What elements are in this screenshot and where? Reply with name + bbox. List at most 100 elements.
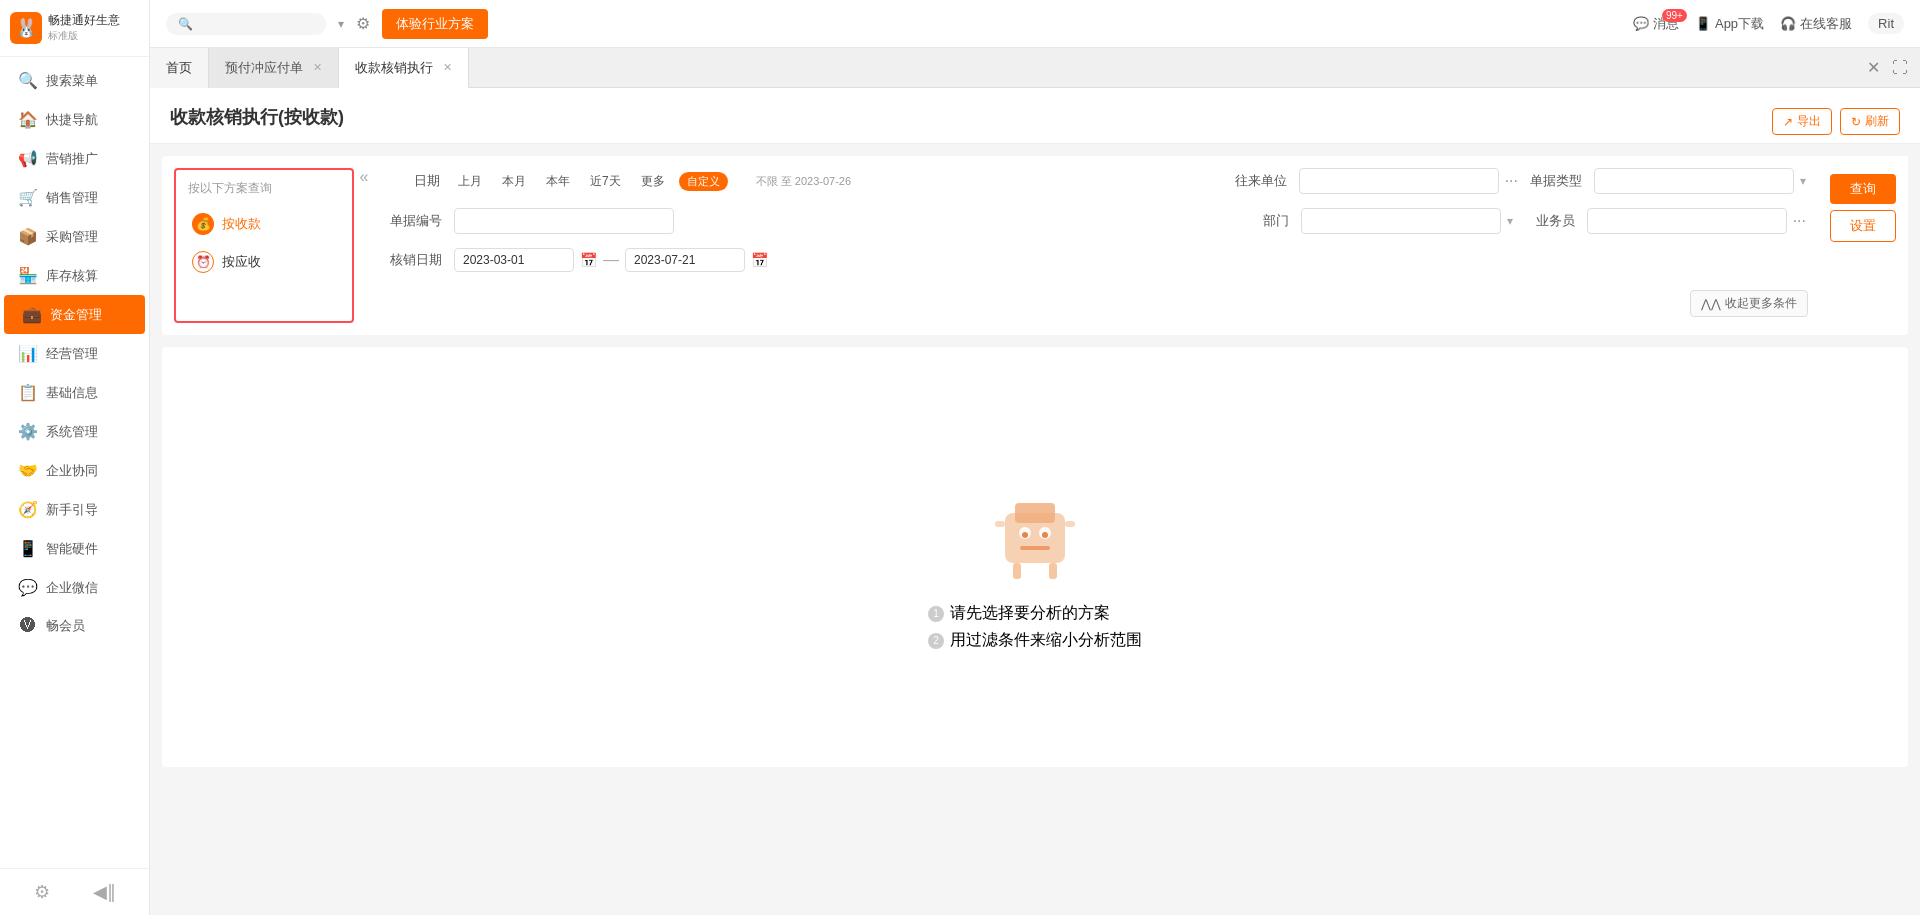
sidebar-item-finance-label: 资金管理 bbox=[50, 306, 102, 324]
wechat-icon: 💬 bbox=[18, 578, 38, 597]
sidebar-item-operations[interactable]: 📊 经营管理 bbox=[0, 334, 149, 373]
topbar-gear-icon[interactable]: ⚙ bbox=[356, 14, 370, 33]
form-row-3: 核销日期 📅 — 📅 bbox=[390, 248, 1806, 272]
sidebar-item-wechat[interactable]: 💬 企业微信 bbox=[0, 568, 149, 607]
dept-select[interactable] bbox=[1301, 208, 1501, 234]
counterpart-dots-icon[interactable]: ··· bbox=[1505, 172, 1518, 190]
counterpart-input[interactable] bbox=[1299, 168, 1499, 194]
sidebar-item-system[interactable]: ⚙️ 系统管理 bbox=[0, 412, 149, 451]
sidebar-item-hardware[interactable]: 📱 智能硬件 bbox=[0, 529, 149, 568]
dept-label: 部门 bbox=[1239, 212, 1289, 230]
sidebar-item-inventory-label: 库存核算 bbox=[46, 267, 98, 285]
tip-num-1: 1 bbox=[928, 606, 944, 622]
refresh-btn[interactable]: ↻ 刷新 bbox=[1840, 108, 1900, 135]
close-tab-icon[interactable]: ✕ bbox=[1863, 54, 1884, 81]
hardware-icon: 📱 bbox=[18, 539, 38, 558]
sidebar-item-beginner[interactable]: 🧭 新手引导 bbox=[0, 490, 149, 529]
sidebar-item-beginner-label: 新手引导 bbox=[46, 501, 98, 519]
svg-point-4 bbox=[1022, 532, 1028, 538]
tip-text-2: 用过滤条件来缩小分析范围 bbox=[950, 630, 1142, 651]
maximize-tab-icon[interactable]: ⛶ bbox=[1888, 55, 1912, 81]
sales-icon: 🛒 bbox=[18, 188, 38, 207]
sidebar-item-sales[interactable]: 🛒 销售管理 bbox=[0, 178, 149, 217]
collapse-more-label: 收起更多条件 bbox=[1725, 295, 1797, 312]
industry-btn[interactable]: 体验行业方案 bbox=[382, 9, 488, 39]
sidebar-item-quicknav[interactable]: 🏠 快捷导航 bbox=[0, 100, 149, 139]
settings-bottom-icon[interactable]: ⚙ bbox=[34, 881, 50, 903]
svg-rect-1 bbox=[1015, 503, 1055, 523]
sidebar-item-enterprise[interactable]: 🤝 企业协同 bbox=[0, 451, 149, 490]
filter-collapse-btn[interactable]: « bbox=[354, 156, 374, 329]
settings-btn[interactable]: 设置 bbox=[1830, 210, 1896, 242]
page-header: 收款核销执行(按收款) ↗ 导出 ↻ 刷新 bbox=[150, 88, 1920, 144]
svg-rect-7 bbox=[1013, 563, 1021, 579]
date-btn-custom[interactable]: 自定义 bbox=[679, 172, 728, 191]
collapse-sidebar-icon[interactable]: ◀‖ bbox=[93, 881, 116, 903]
verify-date-start-input[interactable] bbox=[454, 248, 574, 272]
tab-prepay-label: 预付冲应付单 bbox=[225, 59, 303, 77]
svg-rect-6 bbox=[1020, 546, 1050, 550]
receivable-icon: ⏰ bbox=[192, 251, 214, 273]
system-icon: ⚙️ bbox=[18, 422, 38, 441]
voucher-type-select[interactable] bbox=[1594, 168, 1794, 194]
home-icon: 🏠 bbox=[18, 110, 38, 129]
export-btn[interactable]: ↗ 导出 bbox=[1772, 108, 1832, 135]
topbar-app[interactable]: 📱 App下载 bbox=[1695, 15, 1764, 33]
tab-home[interactable]: 首页 bbox=[150, 48, 209, 88]
sidebar-nav: 🔍 搜索菜单 🏠 快捷导航 📢 营销推广 🛒 销售管理 📦 采购管理 🏪 库存核… bbox=[0, 57, 149, 868]
filter-option-by-receipt[interactable]: 💰 按收款 bbox=[176, 205, 352, 243]
search-icon: 🔍 bbox=[18, 71, 38, 90]
sidebar-item-search-label: 搜索菜单 bbox=[46, 72, 98, 90]
sidebar-item-marketing[interactable]: 📢 营销推广 bbox=[0, 139, 149, 178]
date-btn-lastmonth[interactable]: 上月 bbox=[452, 171, 488, 192]
sidebar-item-vip[interactable]: 🅥 畅会员 bbox=[0, 607, 149, 645]
voucher-no-input[interactable] bbox=[454, 208, 674, 234]
cal-start-icon[interactable]: 📅 bbox=[580, 252, 597, 268]
date-btn-7days[interactable]: 近7天 bbox=[584, 171, 627, 192]
tab-receivable-close-icon[interactable]: ✕ bbox=[443, 61, 452, 74]
tab-prepay-close-icon[interactable]: ✕ bbox=[313, 61, 322, 74]
collapse-more-btn[interactable]: ⋀⋀ 收起更多条件 bbox=[1690, 290, 1808, 317]
enterprise-icon: 🤝 bbox=[18, 461, 38, 480]
page-title: 收款核销执行(按收款) bbox=[170, 105, 344, 139]
topbar-msg[interactable]: 💬 消息 99+ bbox=[1633, 15, 1679, 33]
sidebar-item-sales-label: 销售管理 bbox=[46, 189, 98, 207]
sidebar-item-search[interactable]: 🔍 搜索菜单 bbox=[0, 61, 149, 100]
date-btn-thismonth[interactable]: 本月 bbox=[496, 171, 532, 192]
beginner-icon: 🧭 bbox=[18, 500, 38, 519]
tab-prepay[interactable]: 预付冲应付单 ✕ bbox=[209, 48, 339, 88]
topbar-chevron-icon[interactable]: ▾ bbox=[338, 17, 344, 31]
svg-point-5 bbox=[1042, 532, 1048, 538]
sidebar-item-inventory[interactable]: 🏪 库存核算 bbox=[0, 256, 149, 295]
date-btn-thisyear[interactable]: 本年 bbox=[540, 171, 576, 192]
date-btn-more[interactable]: 更多 bbox=[635, 171, 671, 192]
voucher-type-chevron-icon: ▾ bbox=[1800, 174, 1806, 188]
topbar-service[interactable]: 🎧 在线客服 bbox=[1780, 15, 1852, 33]
topbar-search[interactable]: 🔍 bbox=[166, 13, 326, 35]
salesperson-dots-icon[interactable]: ··· bbox=[1793, 212, 1806, 230]
dept-chevron-icon: ▾ bbox=[1507, 214, 1513, 228]
query-btn[interactable]: 查询 bbox=[1830, 174, 1896, 204]
form-row-2: 单据编号 部门 ▾ 业务员 bbox=[390, 208, 1806, 234]
verify-date-end-input[interactable] bbox=[625, 248, 745, 272]
salesperson-select-group: ··· bbox=[1587, 208, 1806, 234]
msg-icon: 💬 bbox=[1633, 16, 1649, 31]
salesperson-input[interactable] bbox=[1587, 208, 1787, 234]
empty-state: 1 请先选择要分析的方案 2 用过滤条件来缩小分析范围 bbox=[162, 347, 1908, 767]
svg-rect-10 bbox=[1065, 521, 1075, 527]
sidebar-item-marketing-label: 营销推广 bbox=[46, 150, 98, 168]
sidebar-item-finance[interactable]: 💼 资金管理 bbox=[4, 295, 145, 334]
logo-text: 畅捷通好生意 bbox=[48, 13, 120, 29]
export-icon: ↗ bbox=[1783, 115, 1793, 129]
tabs-actions: ✕ ⛶ bbox=[1863, 54, 1920, 81]
vip-icon: 🅥 bbox=[18, 617, 38, 635]
cal-end-icon[interactable]: 📅 bbox=[751, 252, 768, 268]
sidebar-item-purchase[interactable]: 📦 采购管理 bbox=[0, 217, 149, 256]
topbar-user[interactable]: Rit bbox=[1868, 13, 1904, 34]
sidebar-item-basics[interactable]: 📋 基础信息 bbox=[0, 373, 149, 412]
tabs-bar: 首页 预付冲应付单 ✕ 收款核销执行 ✕ ✕ ⛶ bbox=[150, 48, 1920, 88]
tab-receivable[interactable]: 收款核销执行 ✕ bbox=[339, 48, 469, 88]
filter-sidebar: 按以下方案查询 💰 按收款 ⏰ 按应收 bbox=[174, 168, 354, 323]
sidebar-item-wechat-label: 企业微信 bbox=[46, 579, 98, 597]
filter-option-by-receivable[interactable]: ⏰ 按应收 bbox=[176, 243, 352, 281]
